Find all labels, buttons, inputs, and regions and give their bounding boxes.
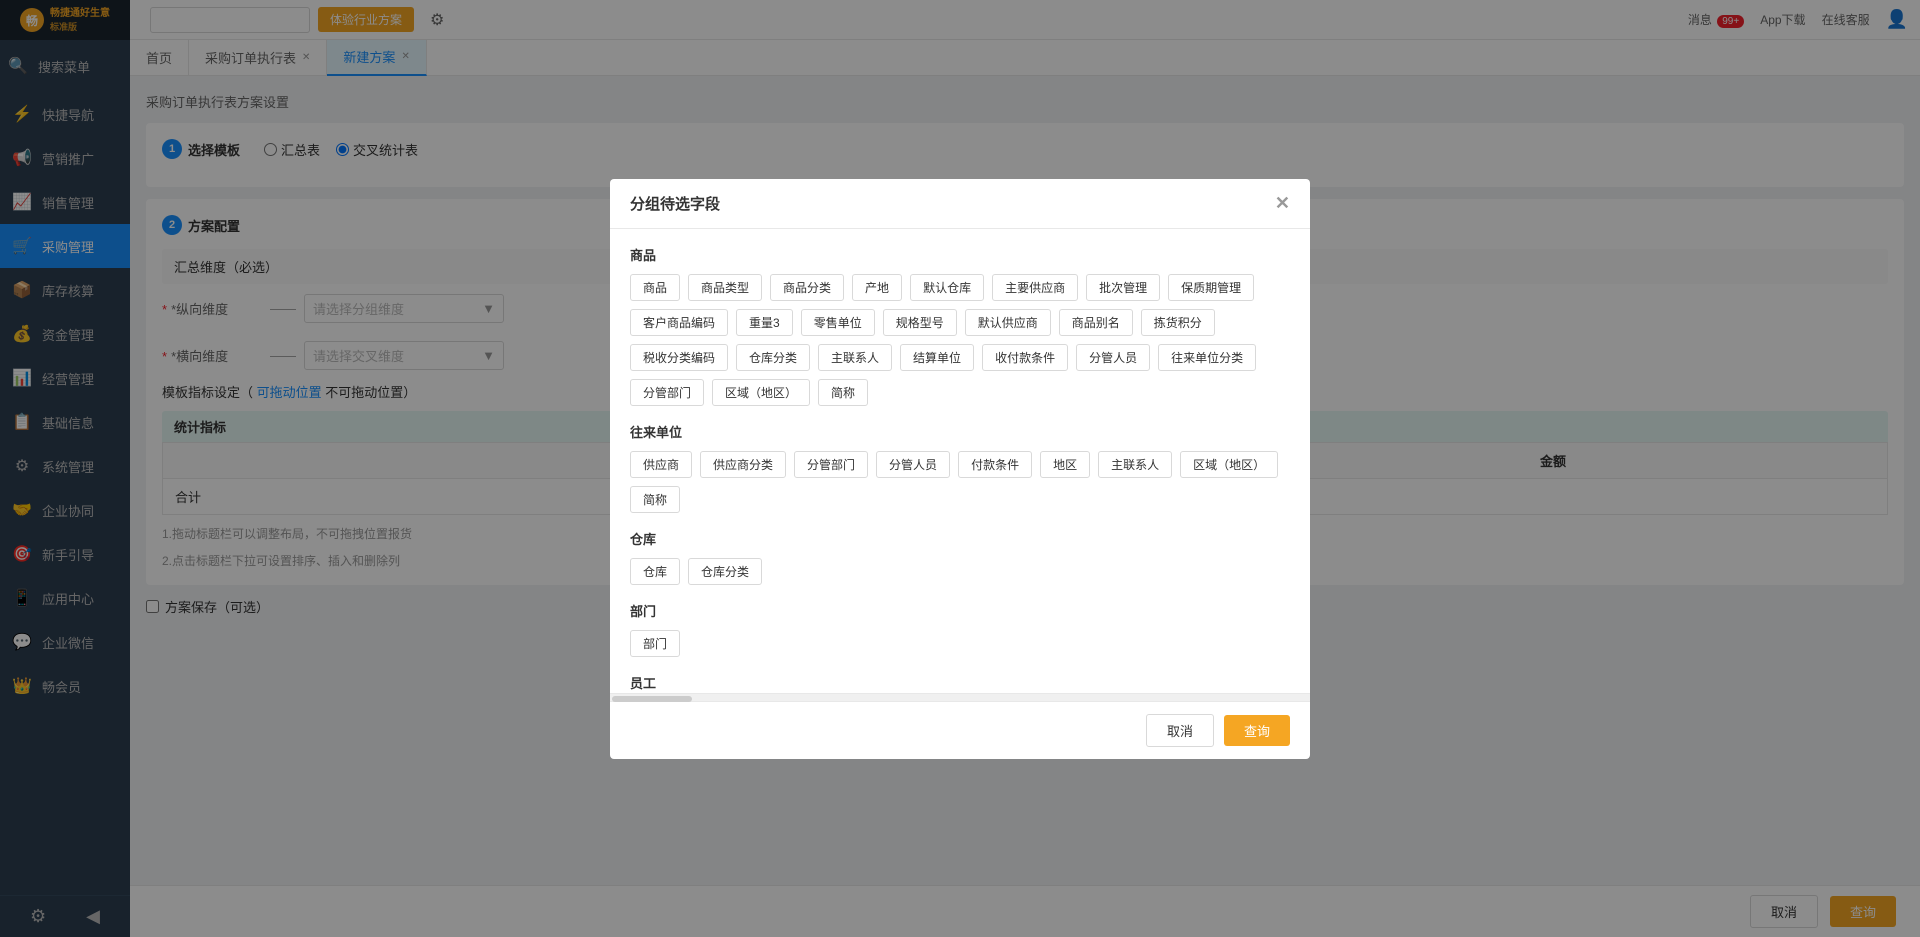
modal-footer: 取消 查询 xyxy=(610,701,1310,759)
warehouse-tags: 仓库仓库分类 xyxy=(630,558,1290,585)
field-tag[interactable]: 拣货积分 xyxy=(1141,309,1215,336)
modal-cancel-btn[interactable]: 取消 xyxy=(1146,714,1214,747)
field-selection-modal: 分组待选字段 ✕ 商品 商品商品类型商品分类产地默认仓库主要供应商批次管理保质期… xyxy=(610,179,1310,759)
field-tag[interactable]: 仓库 xyxy=(630,558,680,585)
field-tag[interactable]: 付款条件 xyxy=(958,451,1032,478)
field-tag[interactable]: 保质期管理 xyxy=(1168,274,1254,301)
field-tag[interactable]: 分管人员 xyxy=(1076,344,1150,371)
section-goods-title: 商品 xyxy=(630,245,1290,264)
field-tag[interactable]: 分管部门 xyxy=(630,379,704,406)
field-tag[interactable]: 客户商品编码 xyxy=(630,309,728,336)
field-tag[interactable]: 区域（地区） xyxy=(712,379,810,406)
field-tag[interactable]: 区域（地区） xyxy=(1180,451,1278,478)
field-tag[interactable]: 商品分类 xyxy=(770,274,844,301)
field-tag[interactable]: 收付款条件 xyxy=(982,344,1068,371)
field-tag[interactable]: 主要供应商 xyxy=(992,274,1078,301)
field-tag[interactable]: 重量3 xyxy=(736,309,793,336)
section-warehouse: 仓库 仓库仓库分类 xyxy=(630,529,1290,585)
field-tag[interactable]: 规格型号 xyxy=(883,309,957,336)
section-employee-title: 员工 xyxy=(630,673,1290,692)
field-tag[interactable]: 默认仓库 xyxy=(910,274,984,301)
section-employee: 员工 业务员 xyxy=(630,673,1290,694)
field-tag[interactable]: 商品 xyxy=(630,274,680,301)
goods-tags: 商品商品类型商品分类产地默认仓库主要供应商批次管理保质期管理客户商品编码重量3 零… xyxy=(630,274,1290,406)
modal-scroll-thumb xyxy=(612,696,692,702)
field-tag[interactable]: 产地 xyxy=(852,274,902,301)
counterpart-tags: 供应商供应商分类分管部门分管人员付款条件地区主联系人区域（地区） 简称 xyxy=(630,451,1290,513)
modal-close-btn[interactable]: ✕ xyxy=(1275,193,1290,214)
field-tag[interactable]: 部门 xyxy=(630,630,680,657)
modal-backdrop: 分组待选字段 ✕ 商品 商品商品类型商品分类产地默认仓库主要供应商批次管理保质期… xyxy=(0,0,1920,937)
field-tag[interactable]: 往来单位分类 xyxy=(1158,344,1256,371)
field-tag[interactable]: 税收分类编码 xyxy=(630,344,728,371)
field-tag[interactable]: 零售单位 xyxy=(801,309,875,336)
modal-body: 商品 商品商品类型商品分类产地默认仓库主要供应商批次管理保质期管理客户商品编码重… xyxy=(610,229,1310,694)
field-tag[interactable]: 分管人员 xyxy=(876,451,950,478)
field-tag[interactable]: 简称 xyxy=(630,486,680,513)
field-tag[interactable]: 供应商 xyxy=(630,451,692,478)
field-tag[interactable]: 结算单位 xyxy=(900,344,974,371)
field-tag[interactable]: 商品类型 xyxy=(688,274,762,301)
field-tag[interactable]: 仓库分类 xyxy=(736,344,810,371)
department-tags: 部门 xyxy=(630,630,1290,657)
field-tag[interactable]: 供应商分类 xyxy=(700,451,786,478)
section-warehouse-title: 仓库 xyxy=(630,529,1290,548)
modal-title: 分组待选字段 xyxy=(630,193,720,214)
modal-confirm-btn[interactable]: 查询 xyxy=(1224,715,1290,746)
field-tag[interactable]: 批次管理 xyxy=(1086,274,1160,301)
modal-scroll-track[interactable] xyxy=(610,693,1310,700)
section-counterpart-title: 往来单位 xyxy=(630,422,1290,441)
section-counterpart: 往来单位 供应商供应商分类分管部门分管人员付款条件地区主联系人区域（地区） 简称 xyxy=(630,422,1290,513)
section-department: 部门 部门 xyxy=(630,601,1290,657)
section-department-title: 部门 xyxy=(630,601,1290,620)
field-tag[interactable]: 主联系人 xyxy=(1098,451,1172,478)
field-tag[interactable]: 主联系人 xyxy=(818,344,892,371)
field-tag[interactable]: 默认供应商 xyxy=(965,309,1051,336)
field-tag[interactable]: 仓库分类 xyxy=(688,558,762,585)
field-tag[interactable]: 地区 xyxy=(1040,451,1090,478)
section-goods: 商品 商品商品类型商品分类产地默认仓库主要供应商批次管理保质期管理客户商品编码重… xyxy=(630,245,1290,406)
field-tag[interactable]: 商品别名 xyxy=(1059,309,1133,336)
field-tag[interactable]: 分管部门 xyxy=(794,451,868,478)
modal-header: 分组待选字段 ✕ xyxy=(610,179,1310,229)
field-tag[interactable]: 简称 xyxy=(818,379,868,406)
